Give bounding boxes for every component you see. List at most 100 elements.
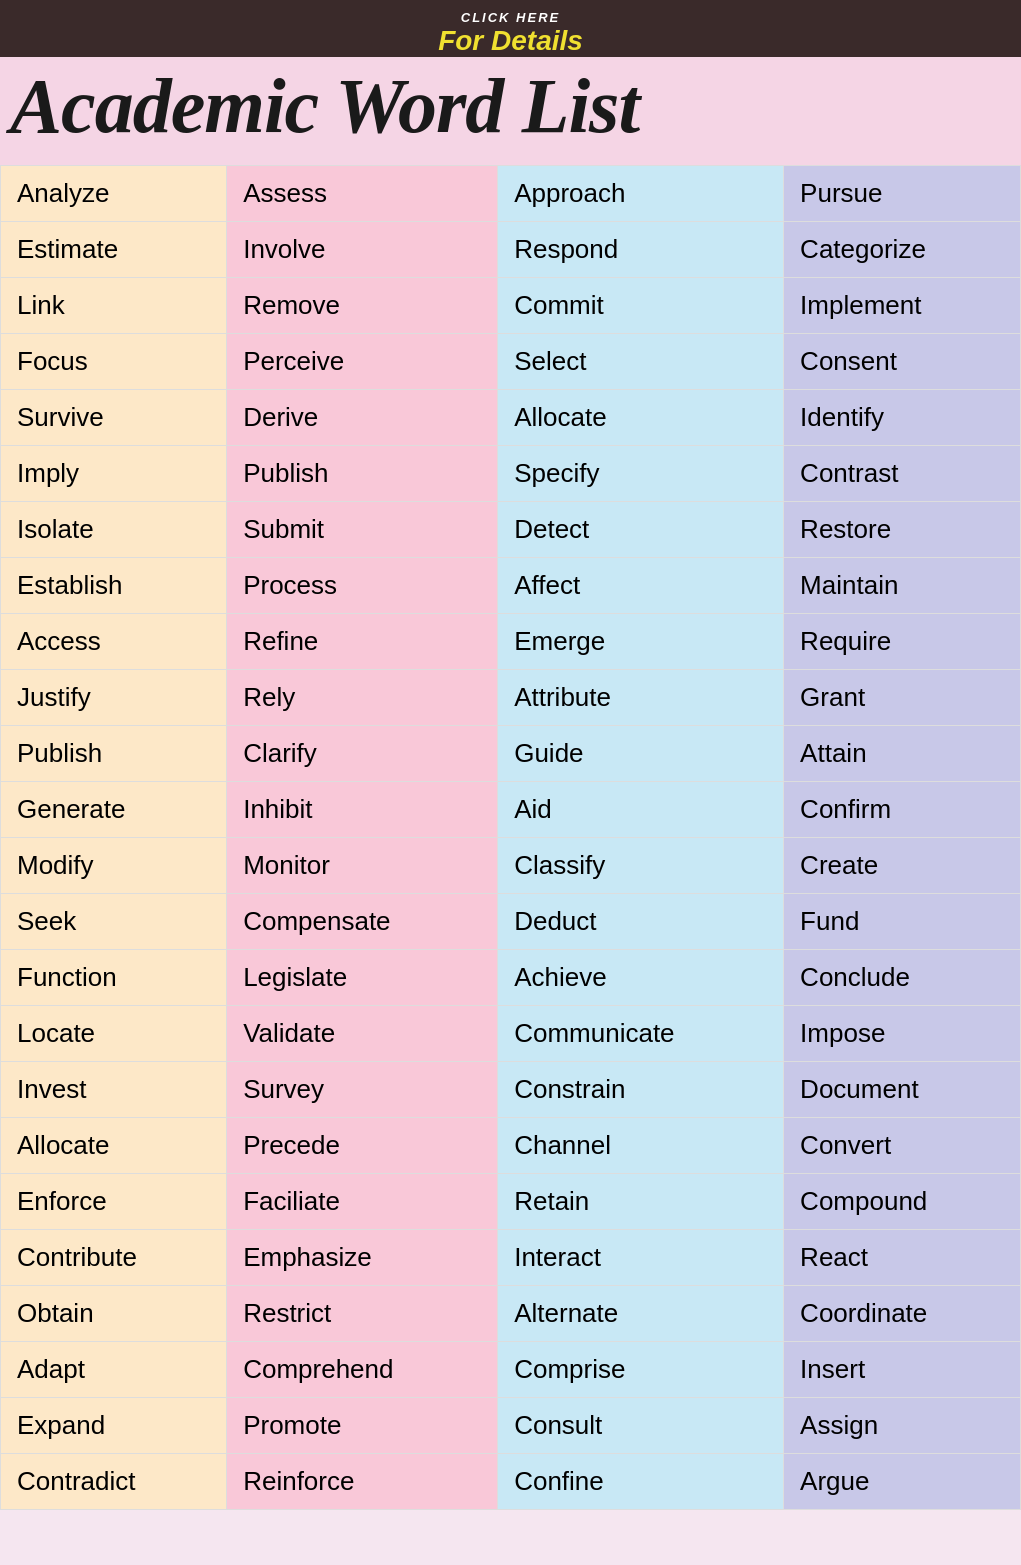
table-cell: Contradict — [1, 1454, 227, 1510]
table-row: EstimateInvolveRespondCategorize — [1, 222, 1021, 278]
table-cell: Justify — [1, 670, 227, 726]
table-cell: Modify — [1, 838, 227, 894]
table-cell: Invest — [1, 1062, 227, 1118]
table-cell: Channel — [498, 1118, 784, 1174]
table-cell: Seek — [1, 894, 227, 950]
table-row: EstablishProcessAffectMaintain — [1, 558, 1021, 614]
table-cell: Publish — [1, 726, 227, 782]
table-cell: Publish — [227, 446, 498, 502]
table-cell: Achieve — [498, 950, 784, 1006]
table-row: FunctionLegislateAchieveConclude — [1, 950, 1021, 1006]
table-cell: Precede — [227, 1118, 498, 1174]
table-cell: Involve — [227, 222, 498, 278]
table-row: ImplyPublishSpecifyContrast — [1, 446, 1021, 502]
table-cell: Respond — [498, 222, 784, 278]
table-cell: Confine — [498, 1454, 784, 1510]
table-cell: Fund — [784, 894, 1021, 950]
table-row: AdaptComprehendCompriseInsert — [1, 1342, 1021, 1398]
table-cell: Insert — [784, 1342, 1021, 1398]
table-cell: Derive — [227, 390, 498, 446]
table-cell: Function — [1, 950, 227, 1006]
table-cell: Emphasize — [227, 1230, 498, 1286]
table-cell: Isolate — [1, 502, 227, 558]
table-cell: Survey — [227, 1062, 498, 1118]
table-row: PublishClarifyGuideAttain — [1, 726, 1021, 782]
table-row: SurviveDeriveAllocateIdentify — [1, 390, 1021, 446]
for-details-text[interactable]: For Details — [0, 25, 1021, 57]
table-cell: Maintain — [784, 558, 1021, 614]
table-row: ContributeEmphasizeInteractReact — [1, 1230, 1021, 1286]
table-cell: Compensate — [227, 894, 498, 950]
table-cell: Interact — [498, 1230, 784, 1286]
table-cell: Remove — [227, 278, 498, 334]
table-cell: Contribute — [1, 1230, 227, 1286]
table-cell: React — [784, 1230, 1021, 1286]
table-row: ContradictReinforceConfineArgue — [1, 1454, 1021, 1510]
table-cell: Communicate — [498, 1006, 784, 1062]
table-cell: Consult — [498, 1398, 784, 1454]
table-row: LocateValidateCommunicateImpose — [1, 1006, 1021, 1062]
table-cell: Focus — [1, 334, 227, 390]
table-cell: Guide — [498, 726, 784, 782]
table-cell: Rely — [227, 670, 498, 726]
table-cell: Alternate — [498, 1286, 784, 1342]
table-cell: Deduct — [498, 894, 784, 950]
table-cell: Assign — [784, 1398, 1021, 1454]
table-cell: Locate — [1, 1006, 227, 1062]
word-table: AnalyzeAssessApproachPursueEstimateInvol… — [0, 165, 1021, 1510]
table-row: IsolateSubmitDetectRestore — [1, 502, 1021, 558]
click-here-text[interactable]: CLICK HERE — [0, 10, 1021, 25]
table-cell: Impose — [784, 1006, 1021, 1062]
table-cell: Require — [784, 614, 1021, 670]
table-cell: Detect — [498, 502, 784, 558]
table-cell: Reinforce — [227, 1454, 498, 1510]
table-cell: Monitor — [227, 838, 498, 894]
table-cell: Identify — [784, 390, 1021, 446]
table-row: LinkRemoveCommitImplement — [1, 278, 1021, 334]
table-cell: Constrain — [498, 1062, 784, 1118]
table-cell: Allocate — [498, 390, 784, 446]
table-cell: Consent — [784, 334, 1021, 390]
table-row: JustifyRelyAttributeGrant — [1, 670, 1021, 726]
table-cell: Validate — [227, 1006, 498, 1062]
table-cell: Process — [227, 558, 498, 614]
table-cell: Comprise — [498, 1342, 784, 1398]
table-cell: Enforce — [1, 1174, 227, 1230]
table-row: AnalyzeAssessApproachPursue — [1, 166, 1021, 222]
table-cell: Access — [1, 614, 227, 670]
table-cell: Inhibit — [227, 782, 498, 838]
table-cell: Allocate — [1, 1118, 227, 1174]
table-cell: Promote — [227, 1398, 498, 1454]
table-cell: Affect — [498, 558, 784, 614]
main-title: Academic Word List — [0, 67, 1021, 145]
table-cell: Faciliate — [227, 1174, 498, 1230]
header: CLICK HERE For Details Academic Word Lis… — [0, 0, 1021, 165]
table-cell: Aid — [498, 782, 784, 838]
table-cell: Argue — [784, 1454, 1021, 1510]
table-cell: Grant — [784, 670, 1021, 726]
table-cell: Assess — [227, 166, 498, 222]
table-cell: Legislate — [227, 950, 498, 1006]
table-cell: Retain — [498, 1174, 784, 1230]
table-cell: Confirm — [784, 782, 1021, 838]
table-row: EnforceFaciliateRetainCompound — [1, 1174, 1021, 1230]
table-row: SeekCompensateDeductFund — [1, 894, 1021, 950]
table-cell: Coordinate — [784, 1286, 1021, 1342]
table-row: AllocatePrecedeChannelConvert — [1, 1118, 1021, 1174]
table-cell: Create — [784, 838, 1021, 894]
table-cell: Emerge — [498, 614, 784, 670]
table-cell: Commit — [498, 278, 784, 334]
table-cell: Categorize — [784, 222, 1021, 278]
table-cell: Select — [498, 334, 784, 390]
table-cell: Compound — [784, 1174, 1021, 1230]
table-cell: Implement — [784, 278, 1021, 334]
table-row: FocusPerceiveSelectConsent — [1, 334, 1021, 390]
table-cell: Analyze — [1, 166, 227, 222]
table-cell: Survive — [1, 390, 227, 446]
table-cell: Classify — [498, 838, 784, 894]
table-cell: Specify — [498, 446, 784, 502]
table-cell: Submit — [227, 502, 498, 558]
table-cell: Contrast — [784, 446, 1021, 502]
table-cell: Approach — [498, 166, 784, 222]
table-cell: Expand — [1, 1398, 227, 1454]
